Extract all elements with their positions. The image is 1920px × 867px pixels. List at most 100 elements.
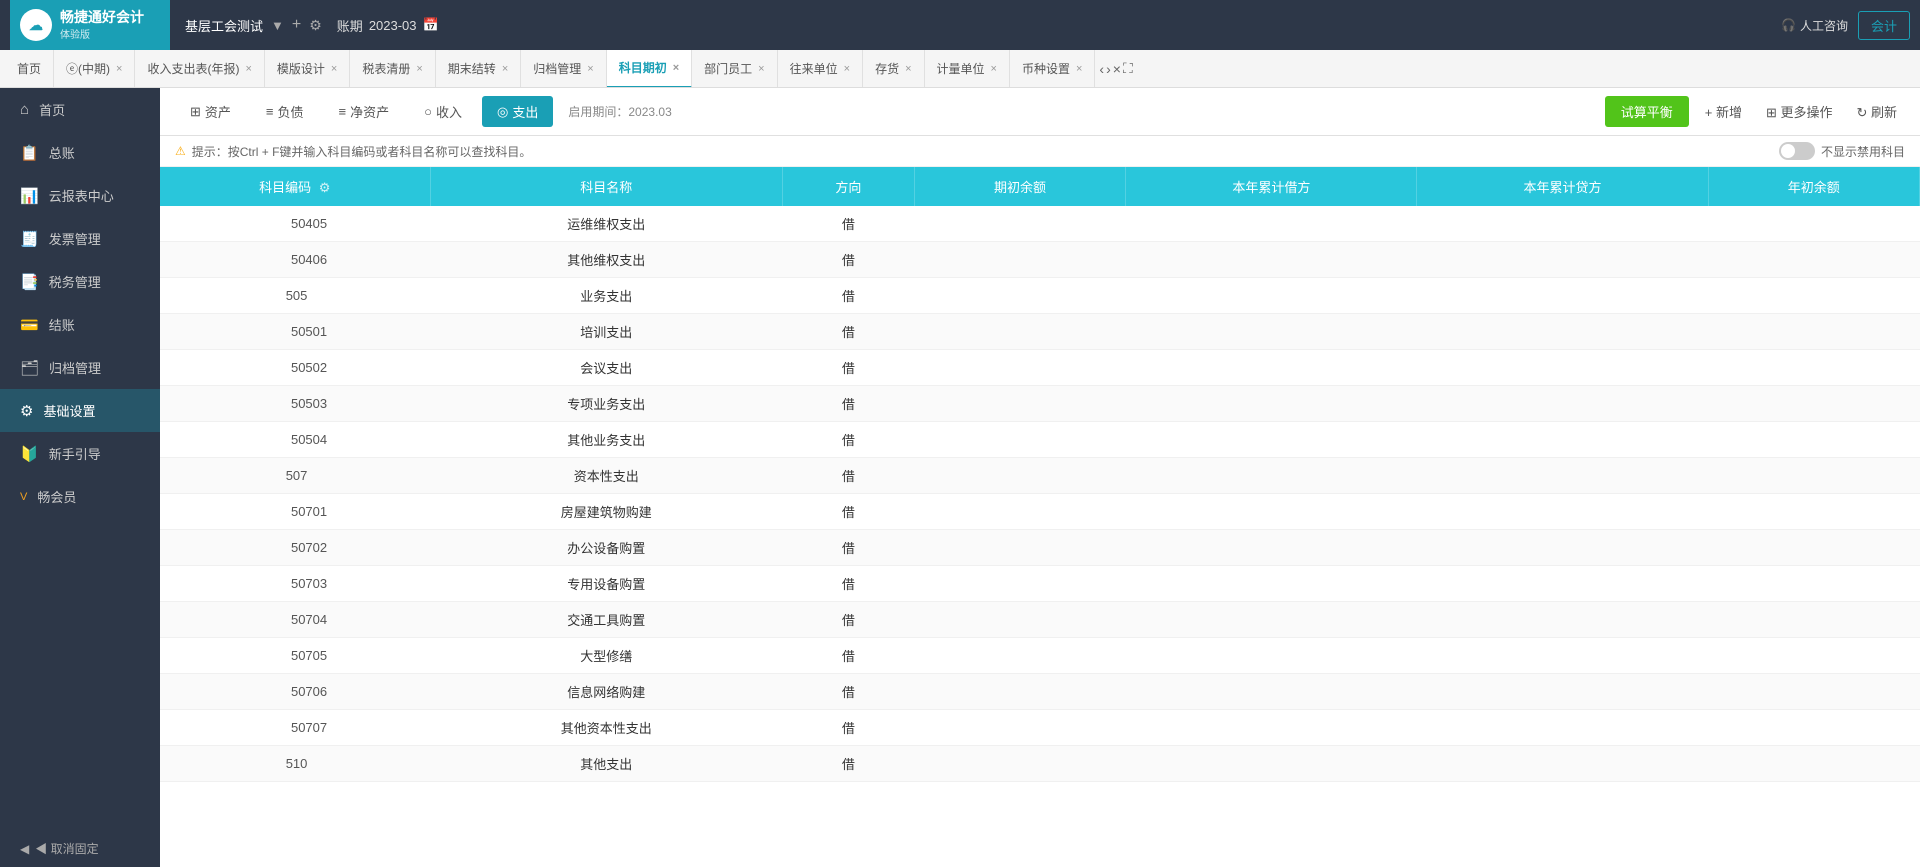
cell-init-balance[interactable] <box>914 710 1125 746</box>
cell-ytd-credit[interactable] <box>1417 386 1708 422</box>
cell-ytd-credit[interactable] <box>1417 746 1708 782</box>
tab-template[interactable]: 模版设计 × <box>265 50 350 88</box>
period-calendar-icon[interactable]: 📅 <box>423 17 439 33</box>
cell-init-balance[interactable] <box>914 206 1125 242</box>
cell-year-init[interactable] <box>1708 530 1919 566</box>
cell-ytd-credit[interactable] <box>1417 638 1708 674</box>
cell-ytd-debit[interactable] <box>1126 422 1417 458</box>
cell-ytd-debit[interactable] <box>1126 242 1417 278</box>
tab-home[interactable]: 首页 <box>5 50 54 88</box>
company-dropdown-icon[interactable]: ▼ <box>271 18 284 33</box>
cell-ytd-credit[interactable] <box>1417 350 1708 386</box>
tab-tax[interactable]: 税表清册 × <box>350 50 435 88</box>
tab-dept-close[interactable]: × <box>758 63 764 75</box>
cell-year-init[interactable] <box>1708 206 1919 242</box>
cell-year-init[interactable] <box>1708 422 1919 458</box>
table-row[interactable]: 50503 专项业务支出 借 <box>160 386 1920 422</box>
tab-archive-close[interactable]: × <box>587 63 593 75</box>
col-settings-icon[interactable]: ⚙ <box>319 180 331 195</box>
tab-contact-close[interactable]: × <box>844 63 850 75</box>
cell-ytd-credit[interactable] <box>1417 674 1708 710</box>
cell-init-balance[interactable] <box>914 242 1125 278</box>
cell-year-init[interactable] <box>1708 710 1919 746</box>
cell-ytd-credit[interactable] <box>1417 710 1708 746</box>
cell-init-balance[interactable] <box>914 386 1125 422</box>
cell-ytd-debit[interactable] <box>1126 278 1417 314</box>
cell-ytd-credit[interactable] <box>1417 530 1708 566</box>
calc-balance-button[interactable]: 试算平衡 <box>1605 96 1689 127</box>
settings-icon[interactable]: ⚙ <box>309 17 322 34</box>
cell-init-balance[interactable] <box>914 458 1125 494</box>
cell-init-balance[interactable] <box>914 602 1125 638</box>
cell-ytd-debit[interactable] <box>1126 710 1417 746</box>
table-row[interactable]: 50501 培训支出 借 <box>160 314 1920 350</box>
tab-template-close[interactable]: × <box>331 63 337 75</box>
cell-ytd-credit[interactable] <box>1417 458 1708 494</box>
tab-subject-init-close[interactable]: × <box>673 62 679 74</box>
table-row[interactable]: 510 其他支出 借 <box>160 746 1920 782</box>
cell-ytd-credit[interactable] <box>1417 422 1708 458</box>
table-row[interactable]: 50406 其他维权支出 借 <box>160 242 1920 278</box>
tab-unit[interactable]: 计量单位 × <box>925 50 1010 88</box>
tab-subject-init[interactable]: 科目期初 × <box>607 50 692 88</box>
subtab-net-asset[interactable]: ≡ 净资产 <box>324 96 405 127</box>
tab-dept[interactable]: 部门员工 × <box>692 50 777 88</box>
cell-init-balance[interactable] <box>914 746 1125 782</box>
sidebar-item-cloud[interactable]: 📊 云报表中心 <box>0 174 160 217</box>
tab-inventory-close[interactable]: × <box>905 63 911 75</box>
table-row[interactable]: 50704 交通工具购置 借 <box>160 602 1920 638</box>
sidebar-item-tax[interactable]: 📑 税务管理 <box>0 260 160 303</box>
cell-year-init[interactable] <box>1708 602 1919 638</box>
sidebar-item-ledger[interactable]: 📋 总账 <box>0 131 160 174</box>
cell-ytd-debit[interactable] <box>1126 314 1417 350</box>
cell-init-balance[interactable] <box>914 494 1125 530</box>
tab-expand-btn[interactable]: ⛶ <box>1123 60 1133 77</box>
cell-ytd-credit[interactable] <box>1417 206 1708 242</box>
subtab-expense[interactable]: ◎ 支出 <box>482 96 553 127</box>
account-button[interactable]: 会计 <box>1858 11 1910 40</box>
cell-ytd-credit[interactable] <box>1417 566 1708 602</box>
sidebar-item-member[interactable]: V 畅会员 <box>0 475 160 518</box>
table-row[interactable]: 50706 信息网络购建 借 <box>160 674 1920 710</box>
cell-ytd-credit[interactable] <box>1417 242 1708 278</box>
cell-ytd-debit[interactable] <box>1126 602 1417 638</box>
subtab-income[interactable]: ○ 收入 <box>409 96 477 127</box>
cell-year-init[interactable] <box>1708 638 1919 674</box>
cell-ytd-debit[interactable] <box>1126 494 1417 530</box>
cell-ytd-credit[interactable] <box>1417 314 1708 350</box>
cell-ytd-debit[interactable] <box>1126 530 1417 566</box>
cell-init-balance[interactable] <box>914 350 1125 386</box>
cell-year-init[interactable] <box>1708 674 1919 710</box>
cell-ytd-debit[interactable] <box>1126 674 1417 710</box>
cell-init-balance[interactable] <box>914 566 1125 602</box>
cell-year-init[interactable] <box>1708 278 1919 314</box>
sidebar-item-invoice[interactable]: 🧾 发票管理 <box>0 217 160 260</box>
add-company-icon[interactable]: + <box>292 16 301 34</box>
table-row[interactable]: 507 资本性支出 借 <box>160 458 1920 494</box>
table-row[interactable]: 50705 大型修缮 借 <box>160 638 1920 674</box>
sidebar-item-checkout[interactable]: 💳 结账 <box>0 303 160 346</box>
cell-year-init[interactable] <box>1708 566 1919 602</box>
cell-ytd-debit[interactable] <box>1126 458 1417 494</box>
table-row[interactable]: 50405 运维维权支出 借 <box>160 206 1920 242</box>
add-button[interactable]: + 新增 <box>1697 97 1750 126</box>
sidebar-collapse[interactable]: ◀ ◀ 取消固定 <box>0 830 160 867</box>
sidebar-item-settings[interactable]: ⚙ 基础设置 <box>0 389 160 432</box>
table-row[interactable]: 50502 会议支出 借 <box>160 350 1920 386</box>
tab-currency-close[interactable]: × <box>1076 63 1082 75</box>
table-row[interactable]: 50707 其他资本性支出 借 <box>160 710 1920 746</box>
table-row[interactable]: 50504 其他业务支出 借 <box>160 422 1920 458</box>
cell-init-balance[interactable] <box>914 422 1125 458</box>
table-row[interactable]: 50703 专用设备购置 借 <box>160 566 1920 602</box>
help-button[interactable]: 🎧 人工咨询 <box>1771 17 1858 34</box>
disable-toggle[interactable] <box>1779 142 1815 160</box>
tab-period-end[interactable]: 期末结转 × <box>436 50 521 88</box>
cell-ytd-credit[interactable] <box>1417 602 1708 638</box>
refresh-button[interactable]: ↻ 刷新 <box>1848 97 1905 126</box>
more-ops-button[interactable]: ⊞ 更多操作 <box>1758 97 1841 126</box>
cell-ytd-debit[interactable] <box>1126 638 1417 674</box>
cell-ytd-debit[interactable] <box>1126 566 1417 602</box>
table-row[interactable]: 505 业务支出 借 <box>160 278 1920 314</box>
cell-year-init[interactable] <box>1708 494 1919 530</box>
cell-ytd-credit[interactable] <box>1417 278 1708 314</box>
